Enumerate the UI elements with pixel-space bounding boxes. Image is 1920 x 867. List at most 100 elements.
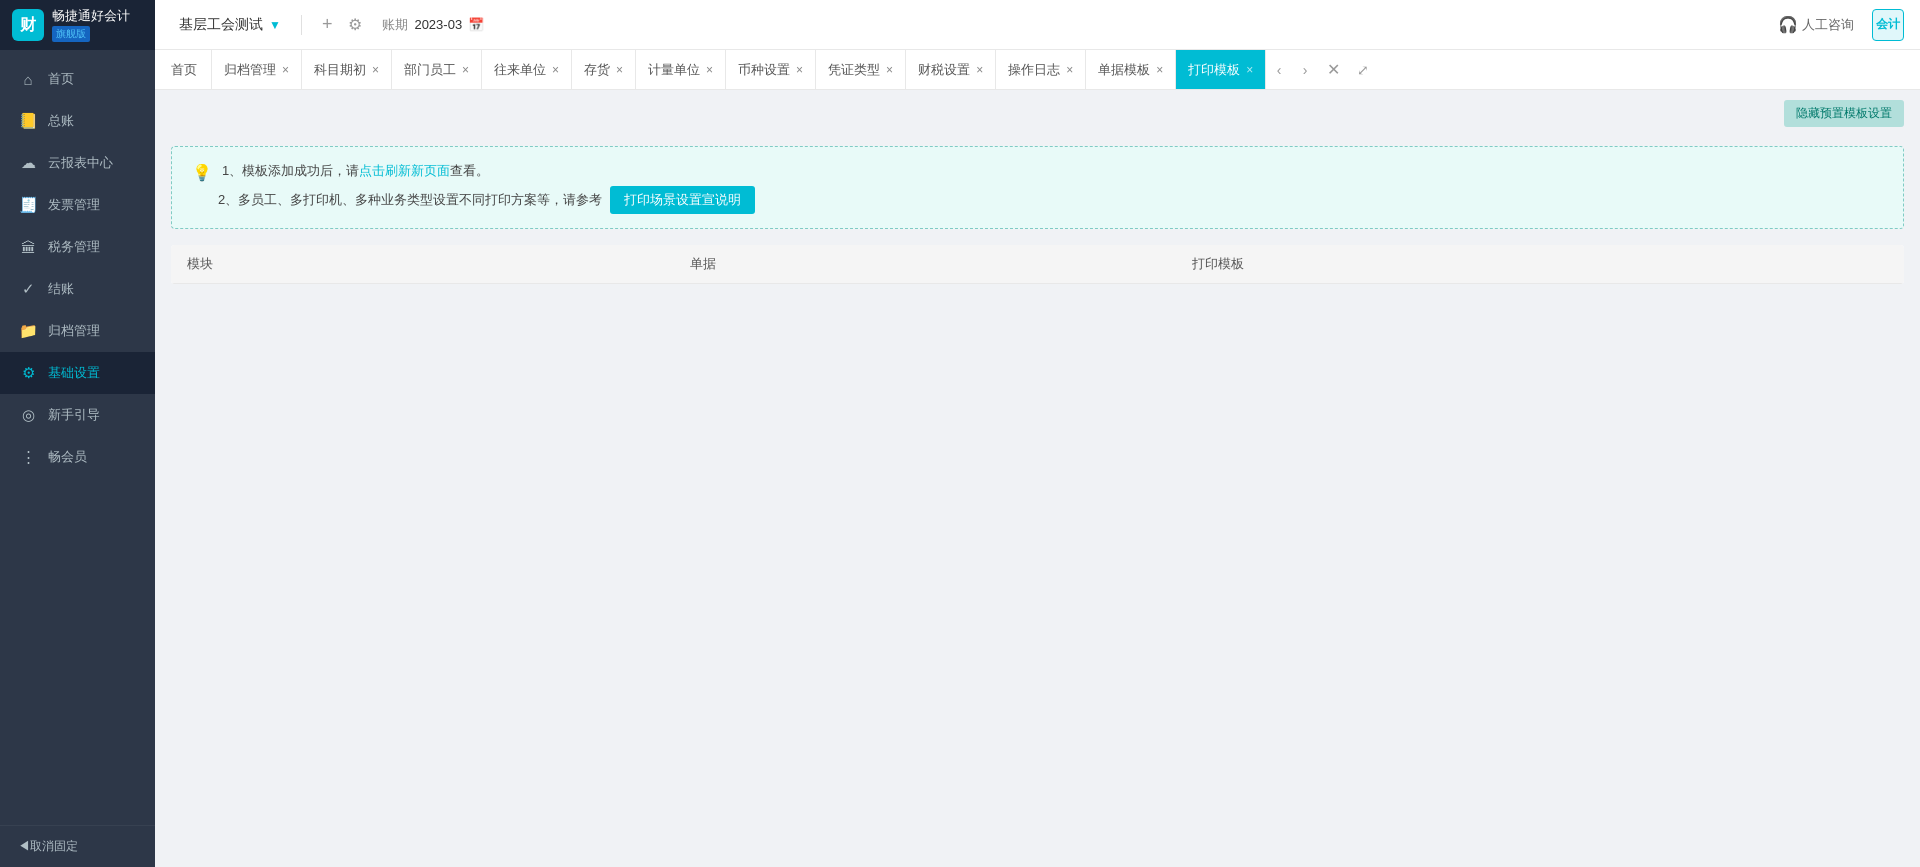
- settings-icon: ⚙: [18, 363, 38, 383]
- tab-oplog[interactable]: 操作日志 ×: [996, 50, 1086, 90]
- sidebar-nav: ⌂ 首页 📒 总账 ☁ 云报表中心 🧾 发票管理 🏛 税务管理 ✓ 结账 📁 归…: [0, 50, 155, 825]
- main-area: 基层工会测试 ▼ + ⚙ 账期 2023-03 📅 🎧 人工咨询 会计 首页 归…: [155, 0, 1920, 867]
- settle-icon: ✓: [18, 279, 38, 299]
- tab-close-icon[interactable]: ×: [796, 63, 803, 77]
- tax-icon: 🏛: [18, 237, 38, 257]
- tab-expand-button[interactable]: ⤢: [1348, 50, 1378, 90]
- print-scene-button[interactable]: 打印场景设置宣说明: [610, 186, 755, 214]
- tab-close-icon[interactable]: ×: [1246, 63, 1253, 77]
- tab-unit[interactable]: 计量单位 ×: [636, 50, 726, 90]
- tab-voucher[interactable]: 凭证类型 ×: [816, 50, 906, 90]
- sidebar-item-label: 畅会员: [48, 448, 87, 466]
- sidebar-item-report[interactable]: ☁ 云报表中心: [0, 142, 155, 184]
- tab-tax-settings[interactable]: 财税设置 ×: [906, 50, 996, 90]
- period-info: 账期 2023-03 📅: [382, 16, 484, 34]
- app-logo: 财 畅捷通好会计 旗舰版: [0, 0, 155, 50]
- company-settings-button[interactable]: ⚙: [340, 11, 370, 38]
- tab-label: 往来单位: [494, 61, 546, 79]
- tab-archive[interactable]: 归档管理 ×: [212, 50, 302, 90]
- tab-label: 单据模板: [1098, 61, 1150, 79]
- tab-next-button[interactable]: ›: [1292, 50, 1318, 90]
- tab-label: 凭证类型: [828, 61, 880, 79]
- company-selector[interactable]: 基层工会测试 ▼: [171, 12, 289, 38]
- col-form: 单据: [674, 245, 1177, 284]
- headset-icon: 🎧: [1778, 15, 1798, 34]
- sidebar-item-invoice[interactable]: 🧾 发票管理: [0, 184, 155, 226]
- tab-dept[interactable]: 部门员工 ×: [392, 50, 482, 90]
- support-label: 人工咨询: [1802, 16, 1854, 34]
- tab-label: 财税设置: [918, 61, 970, 79]
- guide-icon: ◎: [18, 405, 38, 425]
- period-value: 2023-03: [414, 17, 462, 32]
- unpin-button[interactable]: ◀取消固定: [0, 825, 155, 867]
- add-company-button[interactable]: +: [314, 10, 341, 39]
- sidebar-item-label: 归档管理: [48, 322, 100, 340]
- col-module: 模块: [171, 245, 674, 284]
- sidebar-item-label: 总账: [48, 112, 74, 130]
- tab-close-icon[interactable]: ×: [552, 63, 559, 77]
- tab-close-icon[interactable]: ×: [372, 63, 379, 77]
- invoice-icon: 🧾: [18, 195, 38, 215]
- logo-icon: 财: [12, 9, 44, 41]
- cloud-icon: ☁: [18, 153, 38, 173]
- info-line1-text: 1、模板添加成功后，请: [222, 163, 359, 178]
- ledger-icon: 📒: [18, 111, 38, 131]
- support-button[interactable]: 🎧 人工咨询: [1770, 11, 1862, 38]
- info-box: 💡 1、模板添加成功后，请点击刷新新页面查看。 2、多员工、多打印机、多种业务类…: [171, 146, 1904, 229]
- sidebar-item-settle[interactable]: ✓ 结账: [0, 268, 155, 310]
- tab-label: 计量单位: [648, 61, 700, 79]
- info-row-1: 💡 1、模板添加成功后，请点击刷新新页面查看。: [192, 161, 1883, 182]
- topbar-divider: [301, 15, 302, 35]
- tab-prev-button[interactable]: ‹: [1266, 50, 1292, 90]
- tab-close-icon[interactable]: ×: [1156, 63, 1163, 77]
- tab-close-icon[interactable]: ×: [1066, 63, 1073, 77]
- sidebar-item-label: 云报表中心: [48, 154, 113, 172]
- tab-close-icon[interactable]: ×: [616, 63, 623, 77]
- sidebar-item-home[interactable]: ⌂ 首页: [0, 58, 155, 100]
- topbar-left: 基层工会测试 ▼ + ⚙ 账期 2023-03 📅: [171, 10, 1770, 39]
- tab-label: 归档管理: [224, 61, 276, 79]
- tab-print[interactable]: 打印模板 ×: [1176, 50, 1266, 90]
- tab-close-icon[interactable]: ×: [706, 63, 713, 77]
- sidebar-item-label: 首页: [48, 70, 74, 88]
- tab-label: 操作日志: [1008, 61, 1060, 79]
- content-area: 隐藏预置模板设置 💡 1、模板添加成功后，请点击刷新新页面查看。 2、多员工、多…: [155, 90, 1920, 867]
- tab-stock[interactable]: 存货 ×: [572, 50, 636, 90]
- sidebar-item-tax[interactable]: 🏛 税务管理: [0, 226, 155, 268]
- dropdown-arrow-icon: ▼: [269, 18, 281, 32]
- tab-home[interactable]: 首页: [157, 50, 212, 90]
- tab-supplier[interactable]: 往来单位 ×: [482, 50, 572, 90]
- topbar-right: 🎧 人工咨询 会计: [1770, 9, 1904, 41]
- tab-label: 币种设置: [738, 61, 790, 79]
- topbar: 基层工会测试 ▼ + ⚙ 账期 2023-03 📅 🎧 人工咨询 会计: [155, 0, 1920, 50]
- account-button[interactable]: 会计: [1872, 9, 1904, 41]
- tab-subject[interactable]: 科目期初 ×: [302, 50, 392, 90]
- tab-close-icon[interactable]: ×: [462, 63, 469, 77]
- company-name: 基层工会测试: [179, 16, 263, 34]
- info-line2-text: 2、多员工、多打印机、多种业务类型设置不同打印方案等，请参考: [218, 191, 602, 209]
- sidebar-item-ledger[interactable]: 📒 总账: [0, 100, 155, 142]
- sidebar-item-archive[interactable]: 📁 归档管理: [0, 310, 155, 352]
- info-text-1: 1、模板添加成功后，请点击刷新新页面查看。: [222, 161, 489, 182]
- hide-preview-btn[interactable]: 隐藏预置模板设置: [1784, 100, 1904, 127]
- info-refresh-link[interactable]: 点击刷新新页面: [359, 163, 450, 178]
- tabbar: 首页 归档管理 × 科目期初 × 部门员工 × 往来单位 × 存货 × 计量单位…: [155, 50, 1920, 90]
- print-template-table: 模块 单据 打印模板: [171, 245, 1904, 284]
- tab-currency[interactable]: 币种设置 ×: [726, 50, 816, 90]
- tab-close-all-button[interactable]: ✕: [1318, 50, 1348, 90]
- calendar-icon[interactable]: 📅: [468, 17, 484, 32]
- period-label: 账期: [382, 16, 408, 34]
- sidebar-item-label: 结账: [48, 280, 74, 298]
- sidebar: 财 畅捷通好会计 旗舰版 ⌂ 首页 📒 总账 ☁ 云报表中心 🧾 发票管理 🏛 …: [0, 0, 155, 867]
- tab-label: 科目期初: [314, 61, 366, 79]
- tab-close-icon[interactable]: ×: [282, 63, 289, 77]
- tab-close-icon[interactable]: ×: [976, 63, 983, 77]
- tab-close-icon[interactable]: ×: [886, 63, 893, 77]
- sidebar-item-label: 发票管理: [48, 196, 100, 214]
- sidebar-item-settings[interactable]: ⚙ 基础设置: [0, 352, 155, 394]
- sidebar-item-guide[interactable]: ◎ 新手引导: [0, 394, 155, 436]
- app-edition: 旗舰版: [52, 26, 90, 42]
- sidebar-item-member[interactable]: ⋮ 畅会员: [0, 436, 155, 478]
- tab-simple-form[interactable]: 单据模板 ×: [1086, 50, 1176, 90]
- bulb-icon: 💡: [192, 163, 212, 182]
